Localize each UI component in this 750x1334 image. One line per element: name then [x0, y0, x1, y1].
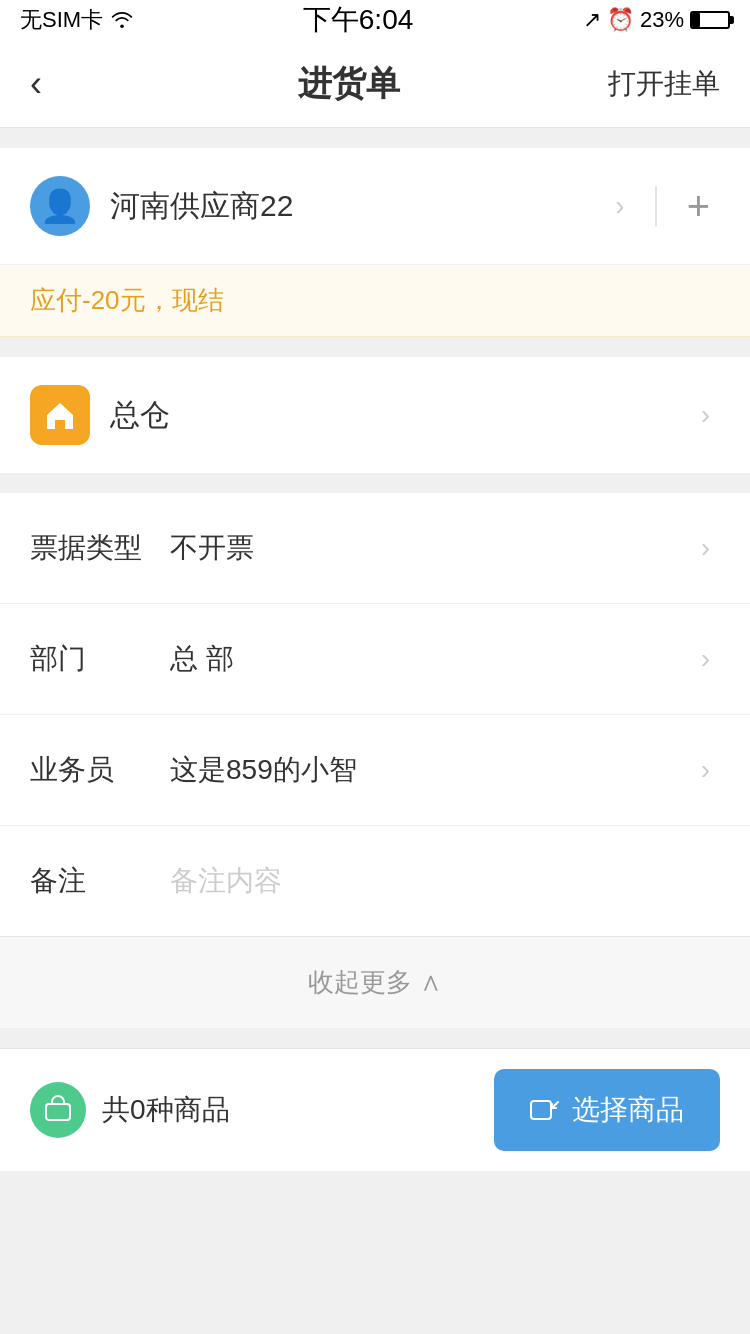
cart-icon — [42, 1094, 74, 1126]
ticket-type-label: 票据类型 — [30, 529, 170, 567]
svg-rect-1 — [531, 1101, 551, 1119]
warehouse-label: 总仓 — [110, 395, 701, 436]
alarm-icon: ⏰ — [607, 7, 634, 33]
avatar: 👤 — [30, 176, 90, 236]
product-count-text: 共0种商品 — [102, 1091, 230, 1129]
select-icon — [530, 1098, 560, 1122]
add-supplier-button[interactable]: + — [677, 184, 720, 229]
location-icon: ↗ — [583, 7, 601, 33]
back-button[interactable]: ‹ — [30, 63, 90, 105]
product-count-area: 共0种商品 — [30, 1082, 230, 1138]
salesman-label: 业务员 — [30, 751, 170, 789]
department-label: 部门 — [30, 640, 170, 678]
chevron-right-icon: › — [701, 532, 710, 564]
salesman-row[interactable]: 业务员 这是859的小智 › — [0, 715, 750, 826]
bottom-bar: 共0种商品 选择商品 — [0, 1048, 750, 1171]
section-divider-2 — [0, 337, 750, 357]
page-title: 进货单 — [298, 61, 400, 107]
divider — [655, 186, 657, 226]
supplier-row[interactable]: 👤 河南供应商22 › + — [0, 148, 750, 265]
form-section: 票据类型 不开票 › 部门 总 部 › 业务员 这是859的小智 › 备注 备注… — [0, 493, 750, 936]
select-product-button[interactable]: 选择商品 — [494, 1069, 720, 1151]
select-product-label: 选择商品 — [572, 1091, 684, 1129]
open-pending-button[interactable]: 打开挂单 — [608, 65, 720, 103]
status-bar: 无SIM卡 下午6:04 ↗ ⏰ 23% — [0, 0, 750, 40]
ticket-type-row[interactable]: 票据类型 不开票 › — [0, 493, 750, 604]
battery-icon — [690, 11, 730, 29]
svg-rect-0 — [46, 1104, 70, 1120]
salesman-value: 这是859的小智 — [170, 751, 701, 789]
nav-bar: ‹ 进货单 打开挂单 — [0, 40, 750, 128]
ticket-type-value: 不开票 — [170, 529, 701, 567]
status-time: 下午6:04 — [303, 1, 414, 39]
supplier-card: 👤 河南供应商22 › + 应付-20元，现结 — [0, 148, 750, 337]
product-icon — [30, 1082, 86, 1138]
chevron-right-icon: › — [615, 190, 624, 222]
department-row[interactable]: 部门 总 部 › — [0, 604, 750, 715]
section-divider-1 — [0, 128, 750, 148]
chevron-right-icon: › — [701, 399, 710, 431]
warehouse-icon — [30, 385, 90, 445]
remark-row[interactable]: 备注 备注内容 — [0, 826, 750, 936]
home-icon — [42, 397, 78, 433]
gray-area — [0, 1171, 750, 1334]
status-right: ↗ ⏰ 23% — [583, 7, 730, 33]
battery-percent: 23% — [640, 7, 684, 33]
remark-label: 备注 — [30, 862, 170, 900]
remark-input[interactable]: 备注内容 — [170, 862, 720, 900]
chevron-right-icon: › — [701, 643, 710, 675]
chevron-right-icon: › — [701, 754, 710, 786]
status-carrier: 无SIM卡 — [20, 5, 133, 35]
warehouse-row[interactable]: 总仓 › — [0, 357, 750, 473]
section-divider-3 — [0, 473, 750, 493]
supplier-name: 河南供应商22 — [110, 186, 615, 227]
warehouse-card[interactable]: 总仓 › — [0, 357, 750, 473]
notice-row: 应付-20元，现结 — [0, 265, 750, 337]
wifi-icon — [111, 12, 133, 28]
avatar-icon: 👤 — [40, 187, 80, 225]
department-value: 总 部 — [170, 640, 701, 678]
collapse-button[interactable]: 收起更多 ∧ — [0, 936, 750, 1028]
section-divider-4 — [0, 1028, 750, 1048]
